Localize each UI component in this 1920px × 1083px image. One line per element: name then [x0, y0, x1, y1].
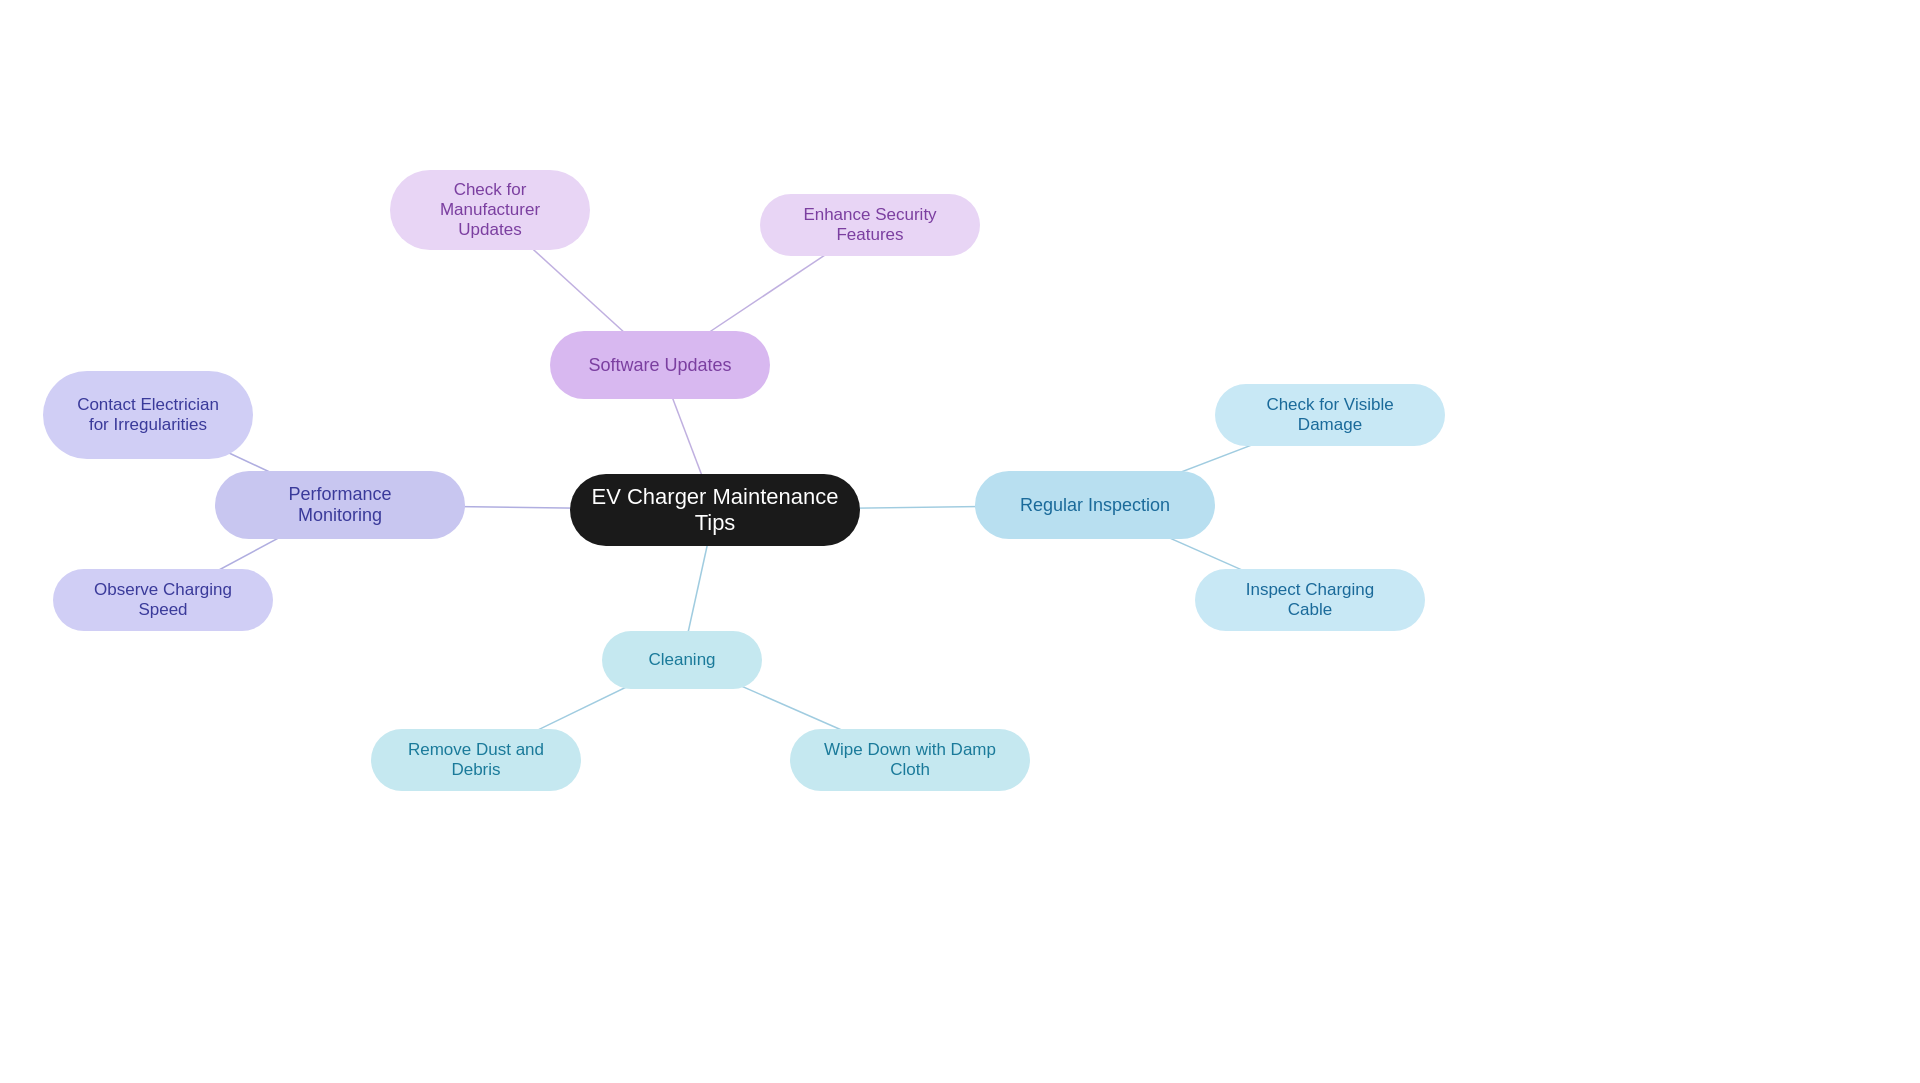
cleaning-node[interactable]: Cleaning	[602, 631, 762, 689]
remove-dust-node[interactable]: Remove Dust and Debris	[371, 729, 581, 791]
software-updates-node[interactable]: Software Updates	[550, 331, 770, 399]
wipe-down-node[interactable]: Wipe Down with Damp Cloth	[790, 729, 1030, 791]
center-label: EV Charger Maintenance Tips	[570, 484, 860, 536]
check-visible-damage-node[interactable]: Check for Visible Damage	[1215, 384, 1445, 446]
check-manufacturer-label: Check for Manufacturer Updates	[412, 180, 568, 240]
check-visible-damage-label: Check for Visible Damage	[1243, 395, 1417, 435]
regular-inspection-node[interactable]: Regular Inspection	[975, 471, 1215, 539]
software-updates-label: Software Updates	[588, 355, 731, 376]
observe-charging-node[interactable]: Observe Charging Speed	[53, 569, 273, 631]
cleaning-label: Cleaning	[648, 650, 715, 670]
remove-dust-label: Remove Dust and Debris	[397, 740, 555, 780]
performance-monitoring-node[interactable]: Performance Monitoring	[215, 471, 465, 539]
wipe-down-label: Wipe Down with Damp Cloth	[816, 740, 1004, 780]
contact-electrician-node[interactable]: Contact Electrician for Irregularities	[43, 371, 253, 459]
inspect-cable-label: Inspect Charging Cable	[1223, 580, 1397, 620]
observe-charging-label: Observe Charging Speed	[81, 580, 245, 620]
center-node[interactable]: EV Charger Maintenance Tips	[570, 474, 860, 546]
check-manufacturer-node[interactable]: Check for Manufacturer Updates	[390, 170, 590, 250]
contact-electrician-label: Contact Electrician for Irregularities	[71, 395, 225, 435]
enhance-security-label: Enhance Security Features	[782, 205, 958, 245]
performance-monitoring-label: Performance Monitoring	[247, 484, 433, 526]
enhance-security-node[interactable]: Enhance Security Features	[760, 194, 980, 256]
regular-inspection-label: Regular Inspection	[1020, 495, 1170, 516]
inspect-cable-node[interactable]: Inspect Charging Cable	[1195, 569, 1425, 631]
